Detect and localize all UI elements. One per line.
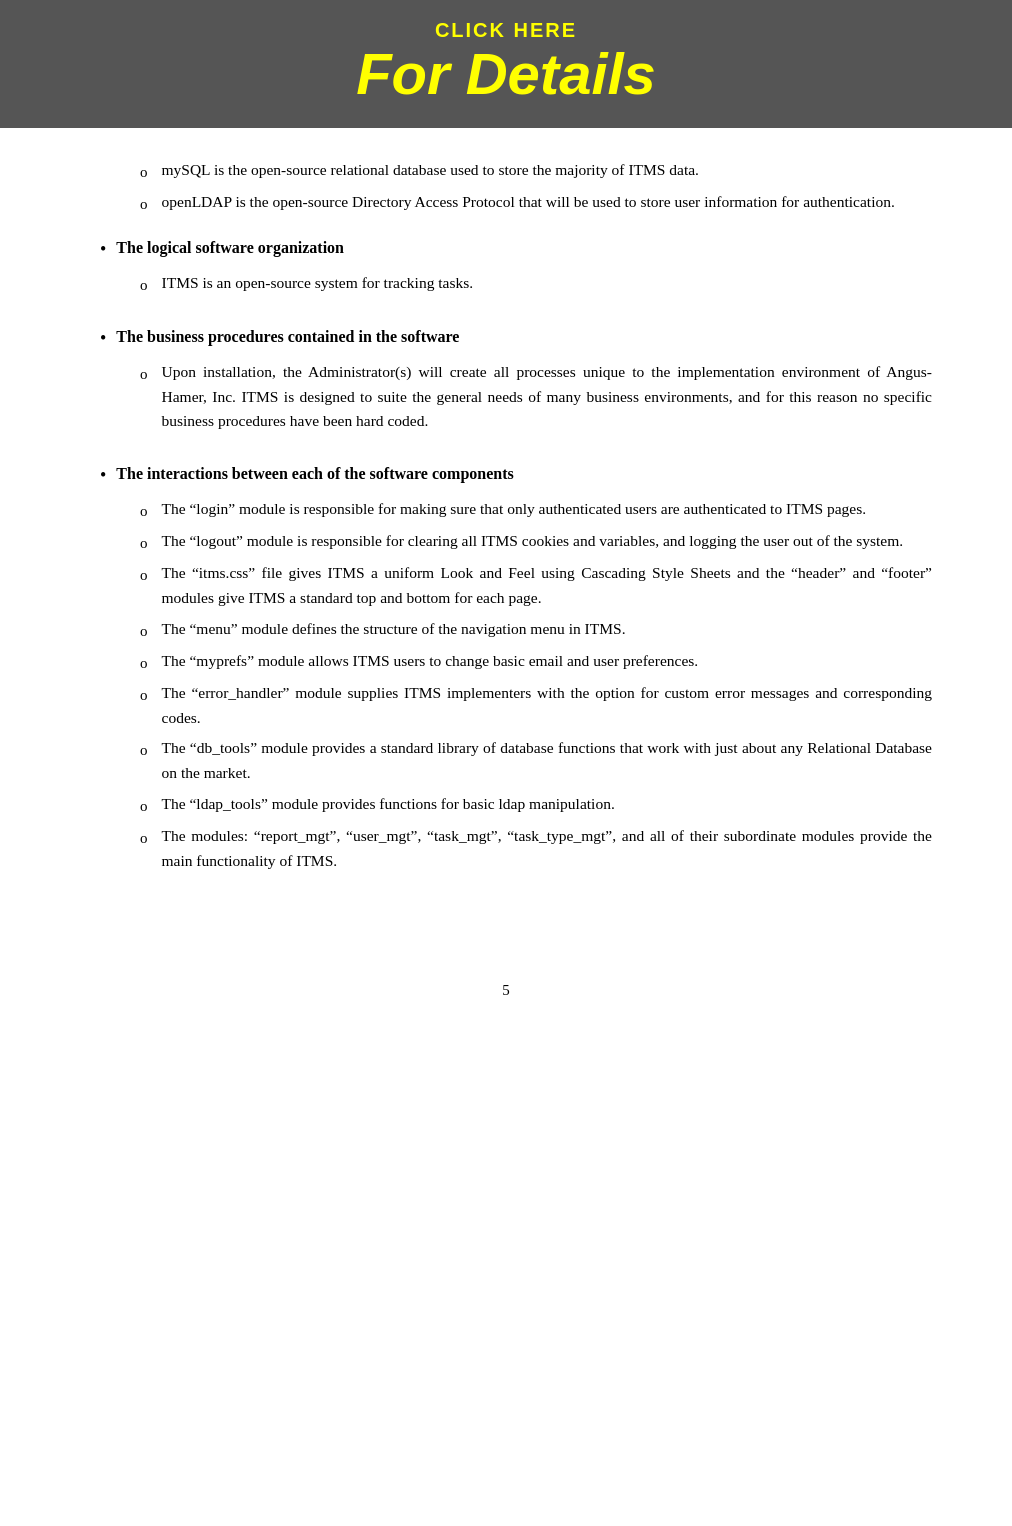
logical-software-heading: The logical software organization <box>116 236 344 260</box>
openldap-text: openLDAP is the open-source Directory Ac… <box>162 190 895 215</box>
intro-section: o mySQL is the open-source relational da… <box>100 158 932 216</box>
interactions-heading: The interactions between each of the sof… <box>116 462 513 486</box>
logical-software-list: o ITMS is an open-source system for trac… <box>140 271 932 297</box>
sub-bullet-icon: o <box>140 794 148 818</box>
interactions-section: • The interactions between each of the s… <box>100 462 932 873</box>
business-procedures-list: o Upon installation, the Administrator(s… <box>140 360 932 434</box>
bullet-icon: • <box>100 325 106 352</box>
list-item: o The “logout” module is responsible for… <box>140 529 932 555</box>
page-number: 5 <box>502 982 510 998</box>
list-item: o The “error_handler” module supplies IT… <box>140 681 932 731</box>
list-item: o The “itms.css” file gives ITMS a unifo… <box>140 561 932 611</box>
itms-tracking-text: ITMS is an open-source system for tracki… <box>162 271 474 296</box>
itms-css-text: The “itms.css” file gives ITMS a uniform… <box>162 561 933 611</box>
list-item: o The “ldap_tools” module provides funct… <box>140 792 932 818</box>
sub-bullet-icon: o <box>140 826 148 850</box>
sub-bullet-icon: o <box>140 738 148 762</box>
list-item: o The modules: “report_mgt”, “user_mgt”,… <box>140 824 932 874</box>
business-procedures-heading: The business procedures contained in the… <box>116 325 459 349</box>
db-tools-text: The “db_tools” module provides a standar… <box>162 736 933 786</box>
business-procedures-section: • The business procedures contained in t… <box>100 325 932 434</box>
page-footer: 5 <box>0 962 1012 1029</box>
list-item: o ITMS is an open-source system for trac… <box>140 271 932 297</box>
for-details-label: For Details <box>10 42 1002 106</box>
click-here-label: CLICK HERE <box>10 18 1002 42</box>
sub-bullet-icon: o <box>140 192 148 216</box>
login-module-text: The “login” module is responsible for ma… <box>162 497 867 522</box>
sub-bullet-icon: o <box>140 619 148 643</box>
main-content: o mySQL is the open-source relational da… <box>0 128 1012 962</box>
list-item: o The “db_tools” module provides a stand… <box>140 736 932 786</box>
list-item: o The “menu” module defines the structur… <box>140 617 932 643</box>
sub-bullet-icon: o <box>140 273 148 297</box>
interactions-list: o The “login” module is responsible for … <box>140 497 932 873</box>
bullet-icon: • <box>100 462 106 489</box>
logout-module-text: The “logout” module is responsible for c… <box>162 529 904 554</box>
mysql-text: mySQL is the open-source relational data… <box>162 158 699 183</box>
section-heading-row: • The interactions between each of the s… <box>100 462 932 489</box>
menu-module-text: The “menu” module defines the structure … <box>162 617 626 642</box>
ldap-tools-text: The “ldap_tools” module provides functio… <box>162 792 615 817</box>
bullet-icon: • <box>100 236 106 263</box>
list-item: o openLDAP is the open-source Directory … <box>140 190 932 216</box>
sub-bullet-icon: o <box>140 563 148 587</box>
myprefs-module-text: The “myprefs” module allows ITMS users t… <box>162 649 699 674</box>
report-mgt-text: The modules: “report_mgt”, “user_mgt”, “… <box>162 824 933 874</box>
list-item: o The “myprefs” module allows ITMS users… <box>140 649 932 675</box>
sub-bullet-icon: o <box>140 651 148 675</box>
logical-software-section: • The logical software organization o IT… <box>100 236 932 297</box>
sub-bullet-icon: o <box>140 683 148 707</box>
admin-process-text: Upon installation, the Administrator(s) … <box>162 360 933 434</box>
list-item: o mySQL is the open-source relational da… <box>140 158 932 184</box>
header-banner: CLICK HERE For Details <box>0 0 1012 128</box>
sub-bullet-icon: o <box>140 531 148 555</box>
list-item: o The “login” module is responsible for … <box>140 497 932 523</box>
sub-bullet-icon: o <box>140 499 148 523</box>
section-heading-row: • The business procedures contained in t… <box>100 325 932 352</box>
section-heading-row: • The logical software organization <box>100 236 932 263</box>
list-item: o Upon installation, the Administrator(s… <box>140 360 932 434</box>
intro-list: o mySQL is the open-source relational da… <box>140 158 932 216</box>
sub-bullet-icon: o <box>140 160 148 184</box>
error-handler-text: The “error_handler” module supplies ITMS… <box>162 681 933 731</box>
sub-bullet-icon: o <box>140 362 148 386</box>
